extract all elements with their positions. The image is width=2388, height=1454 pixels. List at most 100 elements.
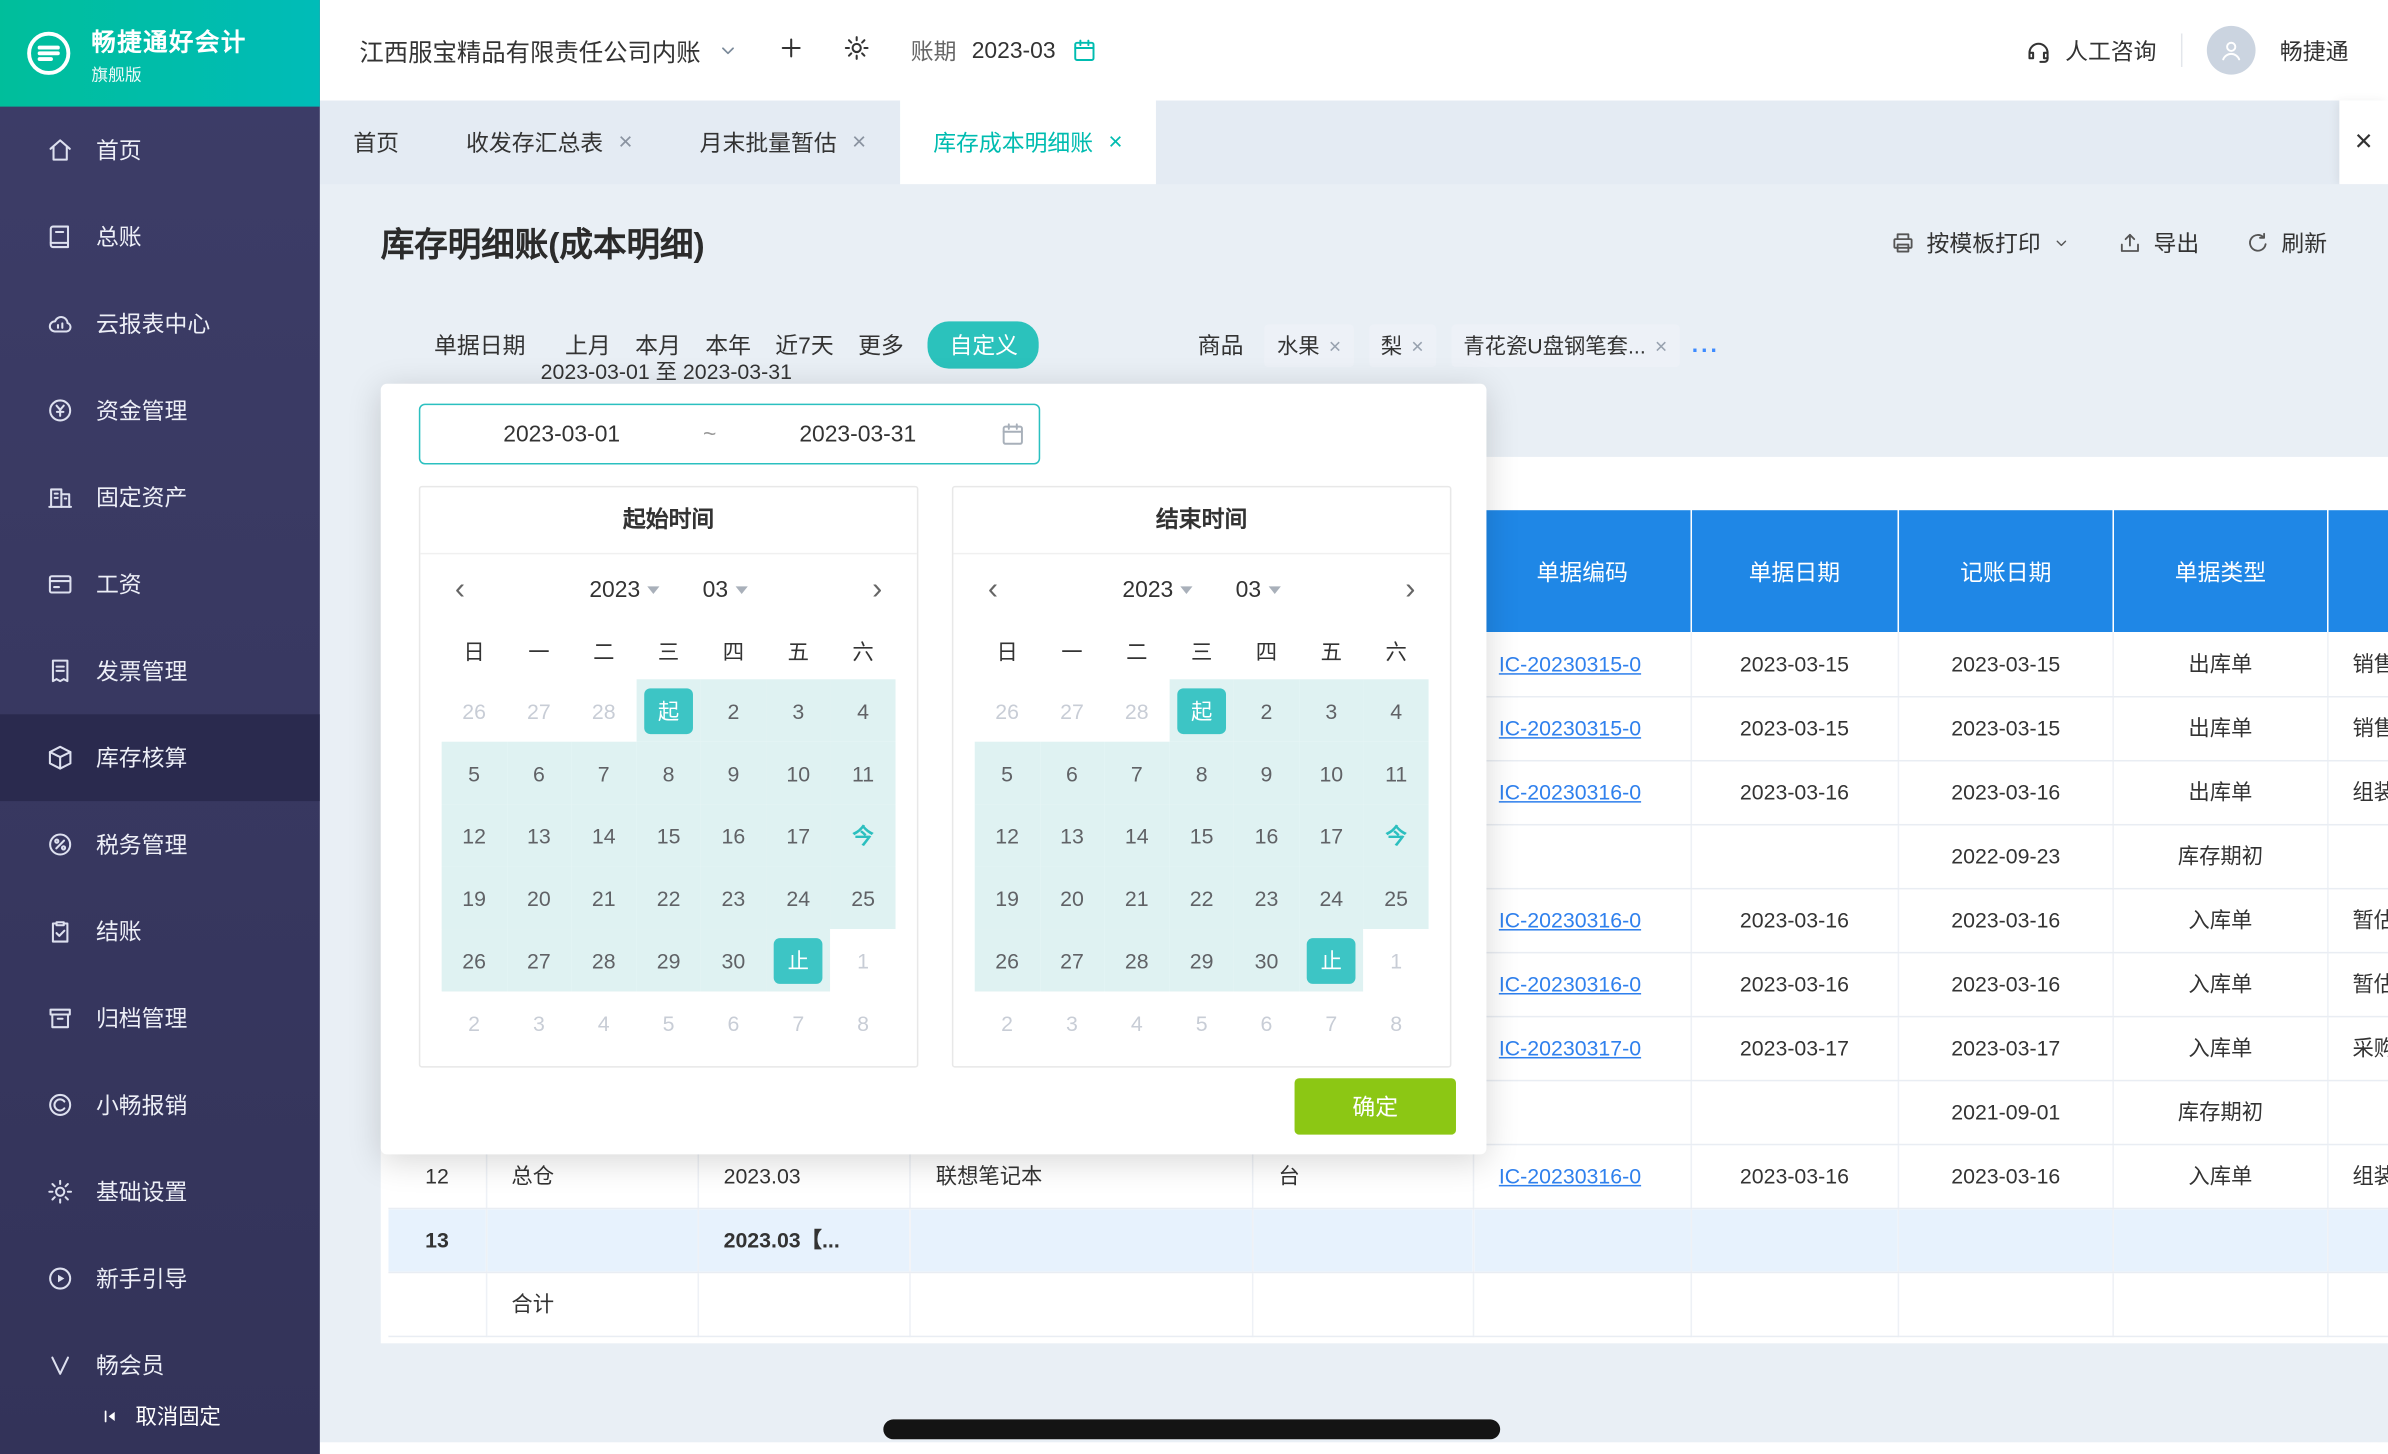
date-option-4[interactable]: 更多: [858, 329, 904, 361]
tag-close-icon[interactable]: ×: [1329, 333, 1341, 357]
company-selector[interactable]: 江西服宝精品有限责任公司内账: [359, 32, 740, 69]
horizontal-scrollbar[interactable]: [883, 1419, 1501, 1440]
day-cell[interactable]: 20: [506, 866, 572, 930]
day-cell[interactable]: 29: [636, 929, 702, 992]
sidebar-item-11[interactable]: 小畅报销: [0, 1062, 320, 1149]
day-cell[interactable]: 5: [974, 741, 1040, 805]
calendar-icon[interactable]: [1071, 37, 1098, 64]
table-row-9[interactable]: 13 2023.03【...: [388, 1207, 2388, 1273]
table-cell[interactable]: IC-20230316-0: [1473, 759, 1692, 825]
day-cell[interactable]: 1: [831, 929, 896, 991]
day-cell[interactable]: 30: [1234, 929, 1299, 992]
export-button[interactable]: 导出: [2117, 226, 2199, 258]
day-cell[interactable]: 2: [975, 991, 1040, 1053]
day-cell[interactable]: 28: [571, 929, 637, 992]
day-cell[interactable]: 22: [636, 866, 702, 930]
day-cell[interactable]: 16: [1234, 804, 1299, 867]
prev-month-icon[interactable]: ‹: [445, 574, 475, 604]
more-tags-button[interactable]: ...: [1692, 332, 1720, 358]
day-cell[interactable]: 24: [1298, 866, 1364, 930]
day-cell[interactable]: 2: [701, 679, 766, 742]
day-cell[interactable]: 27: [1039, 929, 1105, 992]
day-cell[interactable]: 9: [1234, 741, 1299, 805]
day-cell[interactable]: 8: [831, 991, 896, 1053]
day-cell[interactable]: 14: [1104, 804, 1170, 867]
year-select[interactable]: 2023: [589, 576, 660, 602]
day-cell[interactable]: 28: [1104, 929, 1170, 992]
tag-close-icon[interactable]: ×: [1411, 333, 1423, 357]
day-cell[interactable]: 12: [441, 804, 507, 867]
day-cell[interactable]: 3: [1040, 991, 1105, 1053]
day-cell[interactable]: 15: [636, 804, 702, 867]
tab-close-icon[interactable]: ×: [1108, 129, 1122, 154]
end-date-input[interactable]: 2023-03-31: [716, 421, 999, 447]
day-cell[interactable]: 2: [442, 991, 507, 1053]
day-cell[interactable]: 5: [636, 991, 701, 1053]
day-cell[interactable]: 3: [506, 991, 571, 1053]
month-select[interactable]: 03: [703, 576, 748, 602]
table-cell[interactable]: IC-20230316-0: [1473, 951, 1692, 1017]
day-cell[interactable]: 5: [441, 741, 507, 805]
day-cell[interactable]: 7: [1104, 741, 1170, 805]
tab-3[interactable]: 库存成本明细账 ×: [899, 100, 1157, 185]
day-cell[interactable]: 止: [1298, 929, 1364, 992]
settings-button[interactable]: [842, 34, 871, 68]
day-cell[interactable]: 3: [1298, 679, 1364, 742]
sidebar-item-5[interactable]: 工资: [0, 541, 320, 628]
day-cell[interactable]: 23: [701, 866, 766, 930]
day-cell[interactable]: 今: [1363, 804, 1429, 867]
day-cell[interactable]: 8: [1364, 991, 1429, 1053]
month-select[interactable]: 03: [1236, 576, 1281, 602]
day-cell[interactable]: 9: [701, 741, 766, 805]
day-cell[interactable]: 23: [1234, 866, 1299, 930]
tab-2[interactable]: 月末批量暂估 ×: [666, 101, 900, 185]
user-name[interactable]: 畅捷通: [2280, 34, 2349, 66]
day-cell[interactable]: 27: [506, 929, 572, 992]
day-cell[interactable]: 2: [1234, 679, 1299, 742]
day-cell[interactable]: 12: [974, 804, 1040, 867]
day-cell[interactable]: 4: [1104, 991, 1169, 1053]
table-row-10[interactable]: 合计: [388, 1271, 2388, 1337]
day-cell[interactable]: 16: [701, 804, 766, 867]
tab-close-icon[interactable]: ×: [852, 129, 866, 154]
close-panel-button[interactable]: ×: [2339, 100, 2388, 185]
start-date-input[interactable]: 2023-03-01: [420, 421, 703, 447]
day-cell[interactable]: 26: [442, 679, 507, 741]
next-month-icon[interactable]: ›: [1395, 574, 1425, 604]
sidebar-item-6[interactable]: 发票管理: [0, 627, 320, 714]
next-month-icon[interactable]: ›: [862, 574, 892, 604]
confirm-button[interactable]: 确定: [1294, 1078, 1456, 1135]
day-cell[interactable]: 7: [571, 741, 637, 805]
day-cell[interactable]: 3: [765, 679, 831, 742]
day-cell[interactable]: 4: [1363, 679, 1429, 742]
date-range-input[interactable]: 2023-03-01 ~ 2023-03-31: [418, 403, 1041, 465]
consult-button[interactable]: 人工咨询: [2024, 34, 2157, 66]
unpin-button[interactable]: 取消固定: [0, 1378, 320, 1454]
table-cell[interactable]: IC-20230317-0: [1473, 1015, 1692, 1081]
day-cell[interactable]: 1: [1364, 929, 1429, 991]
day-cell[interactable]: 26: [975, 679, 1040, 741]
table-cell[interactable]: IC-20230316-0: [1473, 1143, 1692, 1209]
sidebar-item-2[interactable]: 云报表中心: [0, 280, 320, 367]
day-cell[interactable]: 14: [571, 804, 637, 867]
day-cell[interactable]: 13: [506, 804, 572, 867]
day-cell[interactable]: 28: [571, 679, 636, 741]
day-cell[interactable]: 8: [636, 741, 702, 805]
sidebar-item-14[interactable]: 畅会员: [0, 1322, 320, 1378]
day-cell[interactable]: 10: [1298, 741, 1364, 805]
sidebar-item-3[interactable]: 资金管理: [0, 367, 320, 454]
tab-close-icon[interactable]: ×: [618, 129, 632, 154]
day-cell[interactable]: 13: [1039, 804, 1105, 867]
day-cell[interactable]: 11: [830, 741, 896, 805]
sidebar-item-8[interactable]: 税务管理: [0, 801, 320, 888]
refresh-button[interactable]: 刷新: [2245, 226, 2327, 258]
table-cell[interactable]: IC-20230315-0: [1473, 696, 1692, 761]
year-select[interactable]: 2023: [1122, 576, 1194, 602]
day-cell[interactable]: 21: [571, 866, 637, 930]
tab-0[interactable]: 首页: [320, 101, 433, 185]
day-cell[interactable]: 30: [701, 929, 766, 992]
day-cell[interactable]: 15: [1169, 804, 1235, 867]
print-button[interactable]: 按模板打印: [1890, 226, 2071, 258]
day-cell[interactable]: 22: [1169, 866, 1235, 930]
day-cell[interactable]: 6: [701, 991, 766, 1053]
